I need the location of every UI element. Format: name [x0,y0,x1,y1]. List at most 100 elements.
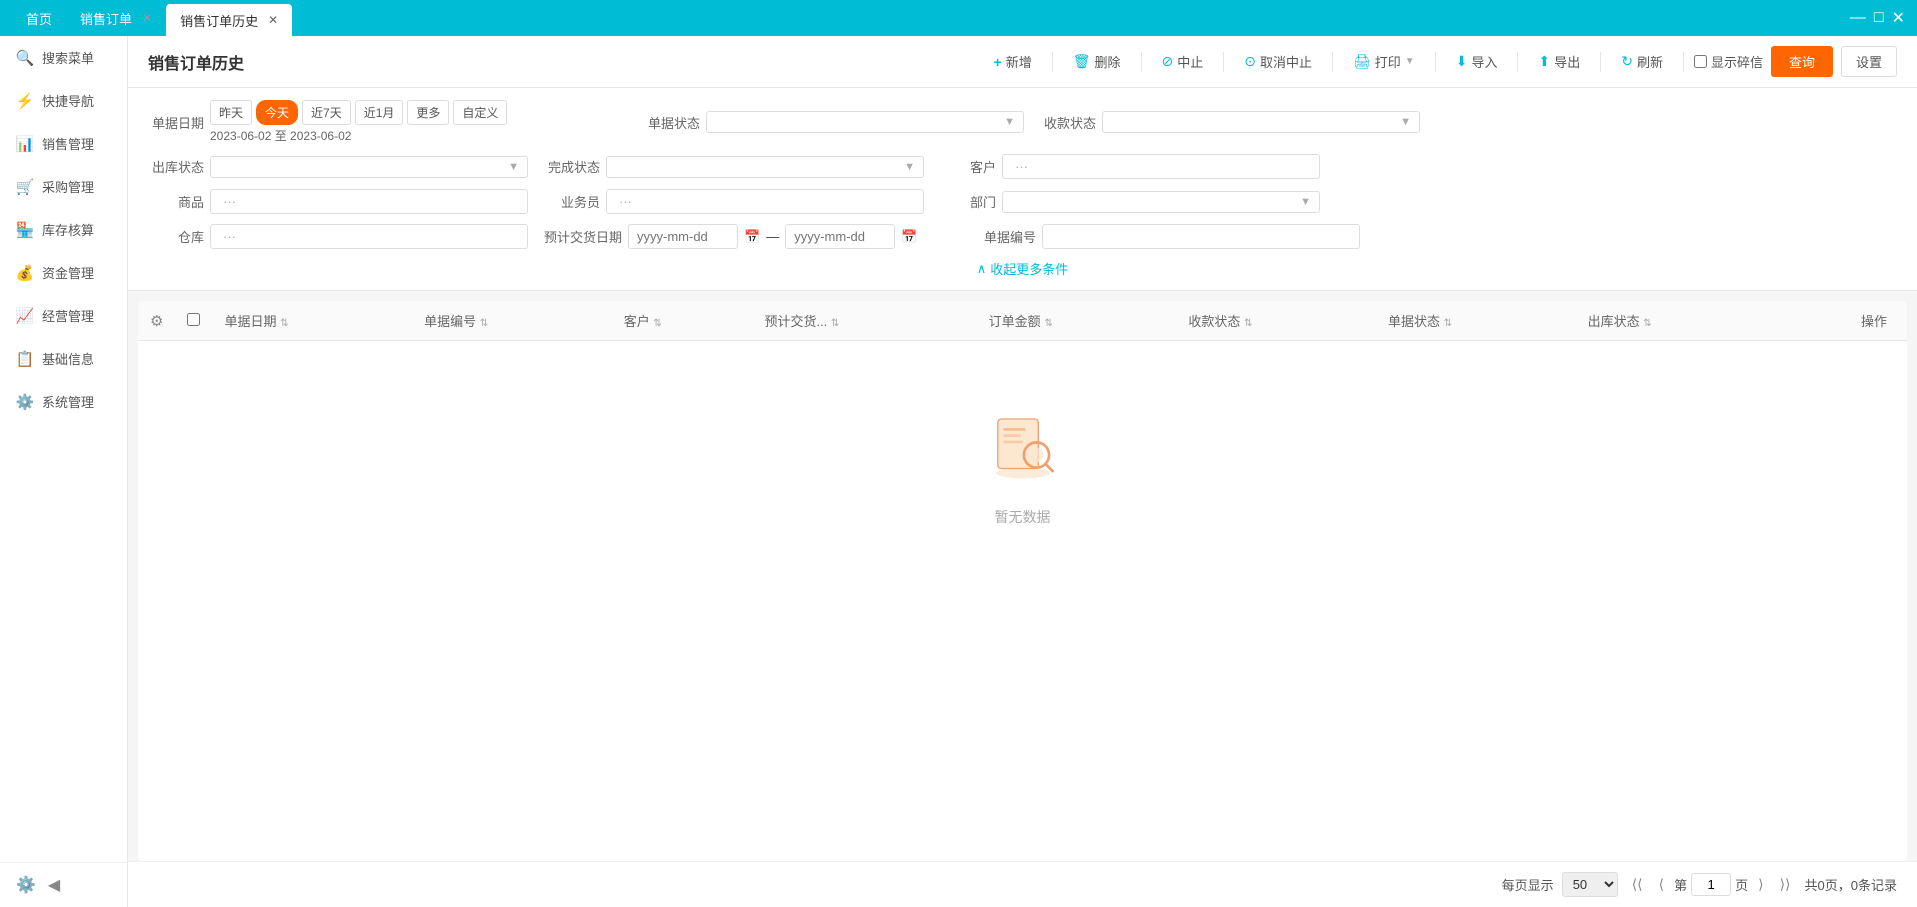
print-icon: 🖨 [1353,53,1371,70]
minimize-icon[interactable]: — [1850,9,1866,27]
date-btn-more[interactable]: 更多 [407,100,449,125]
number-sort-icon[interactable]: ⇅ [480,318,488,329]
payment-status-sort-icon[interactable]: ⇅ [1244,318,1252,329]
table-wrap: ⚙ 单据日期 ⇅ 单据编号 ⇅ [138,301,1907,587]
calendar-to-icon[interactable]: 📅 [901,229,917,245]
empty-text: 暂无数据 [995,507,1051,527]
filter-customer-label: 客户 [940,157,996,176]
filter-payment-status-label: 收款状态 [1040,113,1096,132]
export-button[interactable]: ⬆ 导出 [1528,47,1590,76]
delete-button[interactable]: 🗑 删除 [1063,47,1131,76]
table-settings-icon[interactable]: ⚙ [150,313,163,330]
amount-sort-icon[interactable]: ⇅ [1044,318,1052,329]
print-button[interactable]: 🖨 打印 ▼ [1343,47,1425,76]
collapse-button[interactable]: ∧ 收起更多条件 [148,259,1897,278]
last-page-button[interactable]: ⟩⟩ [1774,874,1797,895]
warehouse-dots-icon[interactable]: ··· [219,229,240,244]
select-all-checkbox[interactable] [187,313,200,326]
sidebar-item-purchase[interactable]: 🛒 采购管理 [0,165,127,208]
sidebar-item-quick-nav[interactable]: ⚡ 快捷导航 [0,79,127,122]
filter-date-wrap: 昨天 今天 近7天 近1月 更多 自定义 2023-06-02 至 2023-0… [210,100,507,144]
new-button[interactable]: + 新增 [984,47,1042,76]
sidebar-collapse-icon[interactable]: ◀ [48,875,60,895]
date-group: 昨天 今天 近7天 近1月 更多 自定义 [210,100,507,125]
quick-nav-icon: ⚡ [16,92,34,110]
tab-home[interactable]: 首页 [12,9,66,28]
date-btn-1month[interactable]: 近1月 [355,100,404,125]
window-controls: — □ ✕ [1850,8,1905,28]
sidebar-item-basic[interactable]: 📋 基础信息 [0,337,127,380]
page-size-select[interactable]: 50 20 100 200 [1562,872,1618,897]
first-page-button[interactable]: ⟨⟨ [1626,874,1649,895]
import-button[interactable]: ⬇ 导入 [1446,47,1508,76]
date-btn-custom[interactable]: 自定义 [453,100,507,125]
query-button[interactable]: 查询 [1771,46,1833,77]
filter-customer-select[interactable]: ··· [1002,154,1320,179]
delivery-sort-icon[interactable]: ⇅ [831,318,839,329]
total-label: 共0页，0条记录 [1805,875,1897,894]
tab-sales-order-history[interactable]: 销售订单历史 ✕ [166,4,292,36]
maximize-icon[interactable]: □ [1874,9,1884,27]
filter-warehouse-label: 仓库 [148,227,204,246]
next-page-button[interactable]: ⟩ [1752,874,1769,895]
th-action: 操作 [1775,301,1907,341]
filter-payment-status-select[interactable]: ▼ [1102,111,1420,133]
search-menu-icon: 🔍 [16,49,34,67]
divider-3 [1223,52,1224,72]
date-btn-yesterday[interactable]: 昨天 [210,100,252,125]
calendar-from-icon[interactable]: 📅 [744,229,760,245]
sidebar-item-operation[interactable]: 📈 经营管理 [0,294,127,337]
divider-2 [1141,52,1142,72]
salesperson-dots-icon[interactable]: ··· [615,194,636,209]
customer-sort-icon[interactable]: ⇅ [653,318,661,329]
date-btn-today[interactable]: 今天 [256,100,298,125]
filter-doc-status-select[interactable]: ▼ [706,111,1024,133]
filter-out-status-label: 出库状态 [148,157,204,176]
sidebar-item-sales[interactable]: 📊 销售管理 [0,122,127,165]
filter-product-item: 商品 ··· [148,189,528,214]
filter-doc-status-label: 单据状态 [644,113,700,132]
delivery-date-range: 📅 — 📅 [628,224,964,249]
tab-sales-order-history-close[interactable]: ✕ [268,13,278,27]
set-button[interactable]: 设置 [1841,46,1897,77]
filter-department-select[interactable]: ▼ [1002,191,1320,213]
delivery-date-to-input[interactable] [785,224,895,249]
customer-dots-icon[interactable]: ··· [1011,159,1032,174]
page-label: 页 [1735,875,1748,894]
th-number: 单据编号 ⇅ [412,301,612,341]
display-columns-checkbox[interactable] [1694,55,1707,68]
sidebar-item-system[interactable]: ⚙️ 系统管理 [0,380,127,423]
filter-out-status-select[interactable]: ▼ [210,156,528,178]
filter-complete-status-select[interactable]: ▼ [606,156,924,178]
page-number-input[interactable] [1691,873,1731,896]
sidebar-item-finance[interactable]: 💰 资金管理 [0,251,127,294]
operation-icon: 📈 [16,307,34,325]
filter-customer-item: 客户 ··· [940,154,1320,179]
filter-warehouse-select[interactable]: ··· [210,224,528,249]
filter-row-1: 单据日期 昨天 今天 近7天 近1月 更多 自定义 2023-06-02 至 2… [148,100,1897,144]
filter-product-select[interactable]: ··· [210,189,528,214]
divider-1 [1052,52,1053,72]
page-header: 销售订单历史 + 新增 🗑 删除 ⊘ 中止 ⊙ [128,36,1917,88]
window-close-icon[interactable]: ✕ [1892,8,1905,28]
prev-page-button[interactable]: ⟨ [1653,874,1670,895]
filter-product-label: 商品 [148,192,204,211]
out-status-sort-icon[interactable]: ⇅ [1643,318,1651,329]
refresh-button[interactable]: ↻ 刷新 [1611,47,1673,76]
date-btn-7days[interactable]: 近7天 [302,100,351,125]
filter-doc-number-input[interactable] [1042,224,1360,249]
stop-button[interactable]: ⊘ 中止 [1152,47,1214,76]
doc-status-sort-icon[interactable]: ⇅ [1444,318,1452,329]
tab-sales-order[interactable]: 销售订单 ✕ [66,0,166,36]
filter-salesperson-select[interactable]: ··· [606,189,924,214]
sidebar-item-search[interactable]: 🔍 搜索菜单 [0,36,127,79]
sidebar-settings-icon[interactable]: ⚙️ [16,875,36,895]
filter-department-item: 部门 ▼ [940,191,1320,213]
date-sort-icon[interactable]: ⇅ [280,318,288,329]
delivery-date-from-input[interactable] [628,224,738,249]
tab-sales-order-close[interactable]: ✕ [142,11,152,25]
product-dots-icon[interactable]: ··· [219,194,240,209]
th-settings: ⚙ [138,301,175,341]
cancel-stop-button[interactable]: ⊙ 取消中止 [1234,47,1322,76]
sidebar-item-inventory[interactable]: 🏪 库存核算 [0,208,127,251]
